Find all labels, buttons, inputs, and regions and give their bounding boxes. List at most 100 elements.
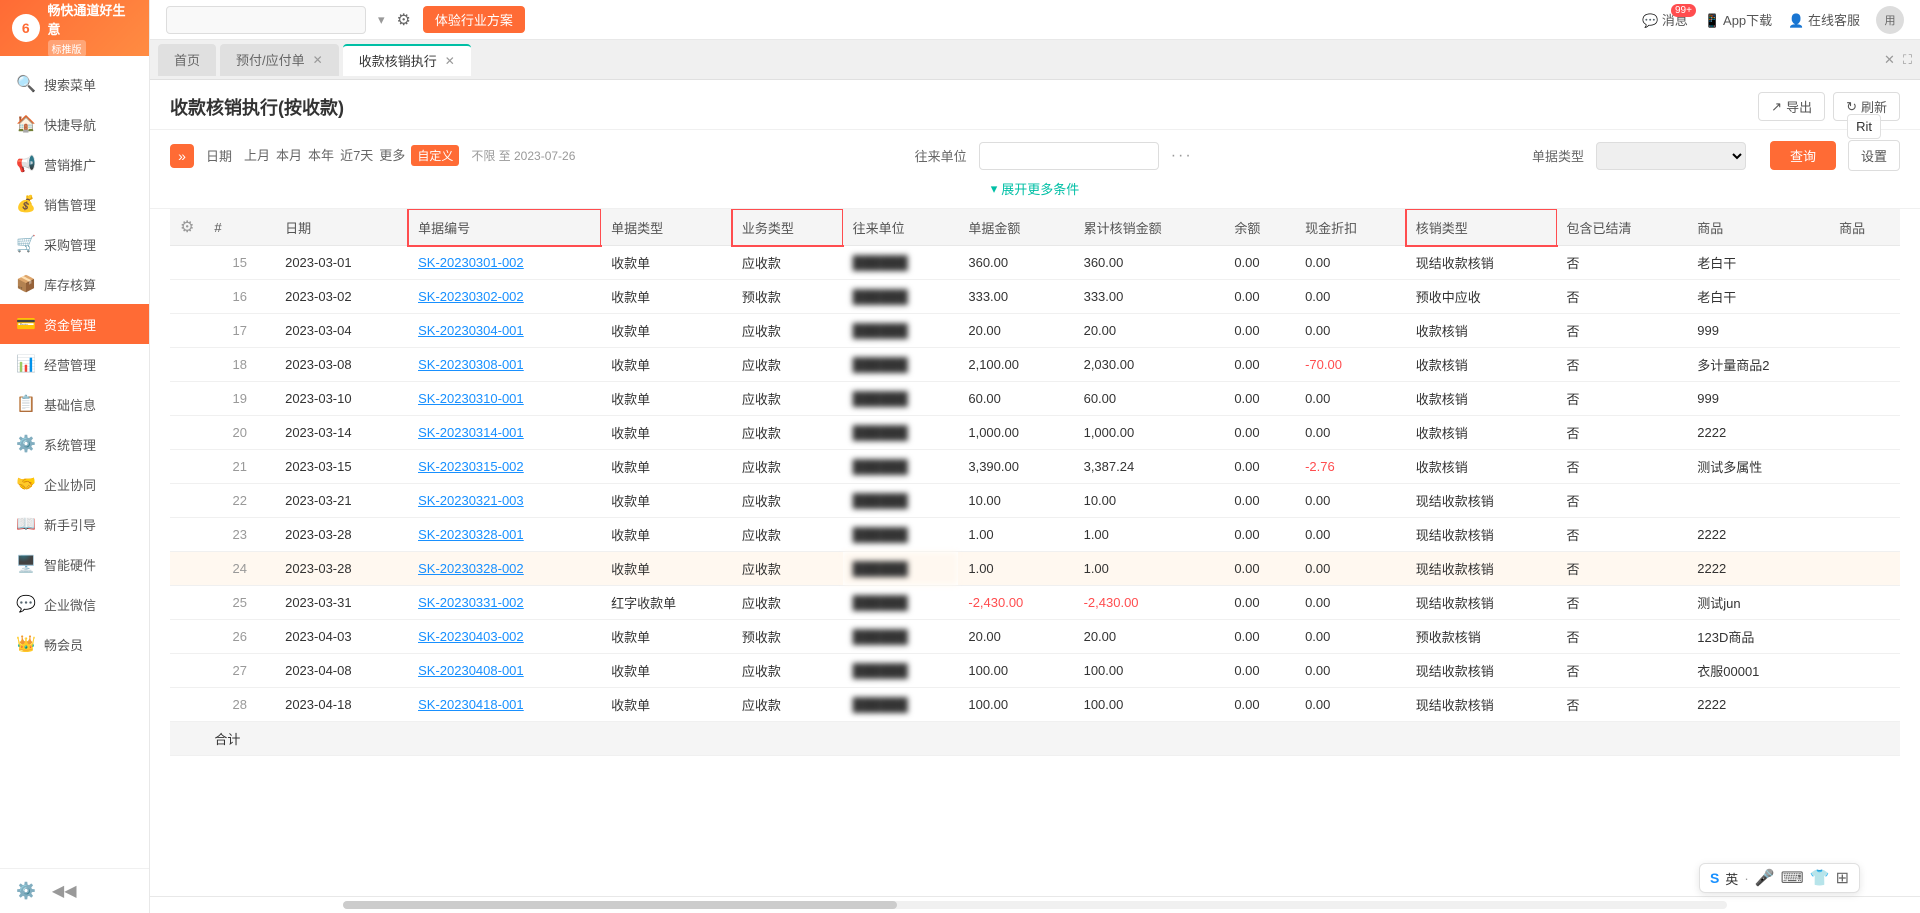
purchase-icon: 🛒: [16, 234, 36, 254]
date-this-month[interactable]: 本月: [276, 145, 302, 166]
date-last7[interactable]: 近7天: [340, 145, 373, 166]
voucher-link[interactable]: SK-20230314-001: [418, 425, 524, 440]
sidebar-item-operation[interactable]: 📊 经营管理: [0, 344, 149, 384]
col-biz-type[interactable]: 业务类型: [732, 209, 843, 246]
sidebar-item-finance[interactable]: 💳 资金管理: [0, 304, 149, 344]
tab-maximize-icon[interactable]: ⛶: [1903, 52, 1912, 68]
sidebar-item-guide[interactable]: 📖 新手引导: [0, 504, 149, 544]
sidebar-item-marketing[interactable]: 📢 营销推广: [0, 144, 149, 184]
phone-icon: 📱: [1704, 13, 1720, 28]
industry-btn[interactable]: 体验行业方案: [423, 6, 525, 33]
col-voucher-no[interactable]: 单据编号: [408, 209, 601, 246]
voucher-link[interactable]: SK-20230321-003: [418, 493, 524, 508]
collapse-icon[interactable]: ◀◀: [52, 881, 77, 901]
table-row: 152023-03-01SK-20230301-002收款单应收款██████3…: [170, 246, 1900, 280]
col-settings[interactable]: ⚙: [170, 209, 204, 246]
voucher-link[interactable]: SK-20230310-001: [418, 391, 524, 406]
table-row: 262023-04-03SK-20230403-002收款单预收款██████2…: [170, 620, 1900, 654]
col-verified[interactable]: 累计核销金额: [1074, 209, 1225, 246]
date-this-year[interactable]: 本年: [308, 145, 334, 166]
filter-settings-btn[interactable]: 设置: [1848, 140, 1900, 171]
voucher-link[interactable]: SK-20230302-002: [418, 289, 524, 304]
member-icon: 👑: [16, 634, 36, 654]
table-total-row: 合计: [170, 722, 1900, 756]
col-date[interactable]: 日期: [275, 209, 408, 246]
topbar-gear-icon[interactable]: ⚙: [397, 10, 411, 30]
sidebar-item-sales[interactable]: 💰 销售管理: [0, 184, 149, 224]
table-row: 222023-03-21SK-20230321-003收款单应收款██████1…: [170, 484, 1900, 518]
col-balance[interactable]: 余额: [1224, 209, 1295, 246]
col-num: #: [204, 209, 275, 246]
col-goods[interactable]: 商品: [1687, 209, 1829, 246]
tab-home[interactable]: 首页: [158, 44, 216, 76]
table-row: 232023-03-28SK-20230328-001收款单应收款██████1…: [170, 518, 1900, 552]
sidebar-item-inventory[interactable]: 📦 库存核算: [0, 264, 149, 304]
table-row: 182023-03-08SK-20230308-001收款单应收款██████2…: [170, 348, 1900, 382]
tab-prepay-close[interactable]: ✕: [313, 53, 323, 67]
enterprise-icon: 🤝: [16, 474, 36, 494]
date-more[interactable]: 更多: [379, 145, 405, 166]
table-body: 152023-03-01SK-20230301-002收款单应收款██████3…: [170, 246, 1900, 756]
voucher-link[interactable]: SK-20230408-001: [418, 663, 524, 678]
voucher-link[interactable]: SK-20230308-001: [418, 357, 524, 372]
sidebar-item-member[interactable]: 👑 畅会员: [0, 624, 149, 664]
voucher-link[interactable]: SK-20230403-002: [418, 629, 524, 644]
filter-bar: » 日期 上月 本月 本年 近7天 更多 自定义 不限 至 2023-07-26…: [150, 130, 1920, 209]
user-avatar[interactable]: 用: [1876, 6, 1904, 34]
partner-input[interactable]: [979, 142, 1159, 170]
sidebar-item-enterprise[interactable]: 🤝 企业协同: [0, 464, 149, 504]
tabs-bar: 首页 预付/应付单 ✕ 收款核销执行 ✕ ✕ ⛶: [150, 40, 1920, 80]
col-cancel-type[interactable]: 核销类型: [1406, 209, 1557, 246]
column-settings-icon[interactable]: ⚙: [180, 219, 194, 236]
filter-date-range: 不限 至 2023-07-26: [471, 147, 575, 164]
date-last-month[interactable]: 上月: [244, 145, 270, 166]
sidebar-item-purchase[interactable]: 🛒 采购管理: [0, 224, 149, 264]
voucher-link[interactable]: SK-20230418-001: [418, 697, 524, 712]
sidebar-item-search[interactable]: 🔍 搜索菜单: [0, 64, 149, 104]
col-include-settled[interactable]: 包含已结清: [1557, 209, 1688, 246]
col-voucher-type[interactable]: 单据类型: [601, 209, 732, 246]
app-download-link[interactable]: 📱 App下载: [1704, 10, 1772, 29]
table-row: 252023-03-31SK-20230331-002红字收款单应收款█████…: [170, 586, 1900, 620]
rit-badge: Rit: [1847, 114, 1881, 139]
online-service-link[interactable]: 👤 在线客服: [1788, 10, 1860, 29]
home-icon: 🏠: [16, 114, 36, 134]
query-btn[interactable]: 查询: [1770, 141, 1836, 170]
sidebar-item-basic[interactable]: 📋 基础信息: [0, 384, 149, 424]
topbar-dropdown-icon[interactable]: ▾: [378, 12, 385, 28]
message-btn[interactable]: 💬 消息 99+: [1642, 10, 1688, 29]
expand-more-conditions[interactable]: ▾ 展开更多条件: [991, 179, 1080, 198]
col-discount[interactable]: 现金折扣: [1295, 209, 1406, 246]
grid-icon[interactable]: ⊞: [1836, 868, 1849, 888]
tab-receipt[interactable]: 收款核销执行 ✕: [343, 44, 471, 76]
tab-close-all-icon[interactable]: ✕: [1884, 52, 1895, 68]
sidebar-item-wechat[interactable]: 💬 企业微信: [0, 584, 149, 624]
voucher-link[interactable]: SK-20230315-002: [418, 459, 524, 474]
topbar-search-input[interactable]: [166, 6, 366, 34]
filter-expand-btn[interactable]: »: [170, 144, 194, 168]
voucher-link[interactable]: SK-20230301-002: [418, 255, 524, 270]
sidebar-item-system[interactable]: ⚙️ 系统管理: [0, 424, 149, 464]
marketing-icon: 📢: [16, 154, 36, 174]
partner-more-icon[interactable]: ···: [1171, 147, 1193, 165]
ime-label: 英: [1725, 869, 1738, 888]
keyboard-icon[interactable]: ⌨: [1781, 868, 1804, 888]
voucher-link[interactable]: SK-20230328-002: [418, 561, 524, 576]
mic-icon[interactable]: 🎤: [1755, 868, 1775, 888]
date-custom-btn[interactable]: 自定义: [411, 145, 459, 166]
sidebar-item-hardware[interactable]: 🖥️ 智能硬件: [0, 544, 149, 584]
col-partner[interactable]: 往来单位: [843, 209, 959, 246]
voucher-type-select[interactable]: [1596, 142, 1746, 170]
col-amount[interactable]: 单据金额: [958, 209, 1073, 246]
tab-prepay[interactable]: 预付/应付单 ✕: [220, 44, 339, 76]
table-row: 172023-03-04SK-20230304-001收款单应收款██████2…: [170, 314, 1900, 348]
sidebar-item-quick[interactable]: 🏠 快捷导航: [0, 104, 149, 144]
voucher-link[interactable]: SK-20230331-002: [418, 595, 524, 610]
tab-receipt-close[interactable]: ✕: [445, 54, 455, 68]
settings-bottom-icon[interactable]: ⚙️: [16, 881, 36, 901]
voucher-link[interactable]: SK-20230304-001: [418, 323, 524, 338]
export-btn[interactable]: ↗ 导出: [1758, 92, 1825, 121]
shirt-icon[interactable]: 👕: [1810, 868, 1830, 888]
col-goods2[interactable]: 商品: [1829, 209, 1900, 246]
voucher-link[interactable]: SK-20230328-001: [418, 527, 524, 542]
